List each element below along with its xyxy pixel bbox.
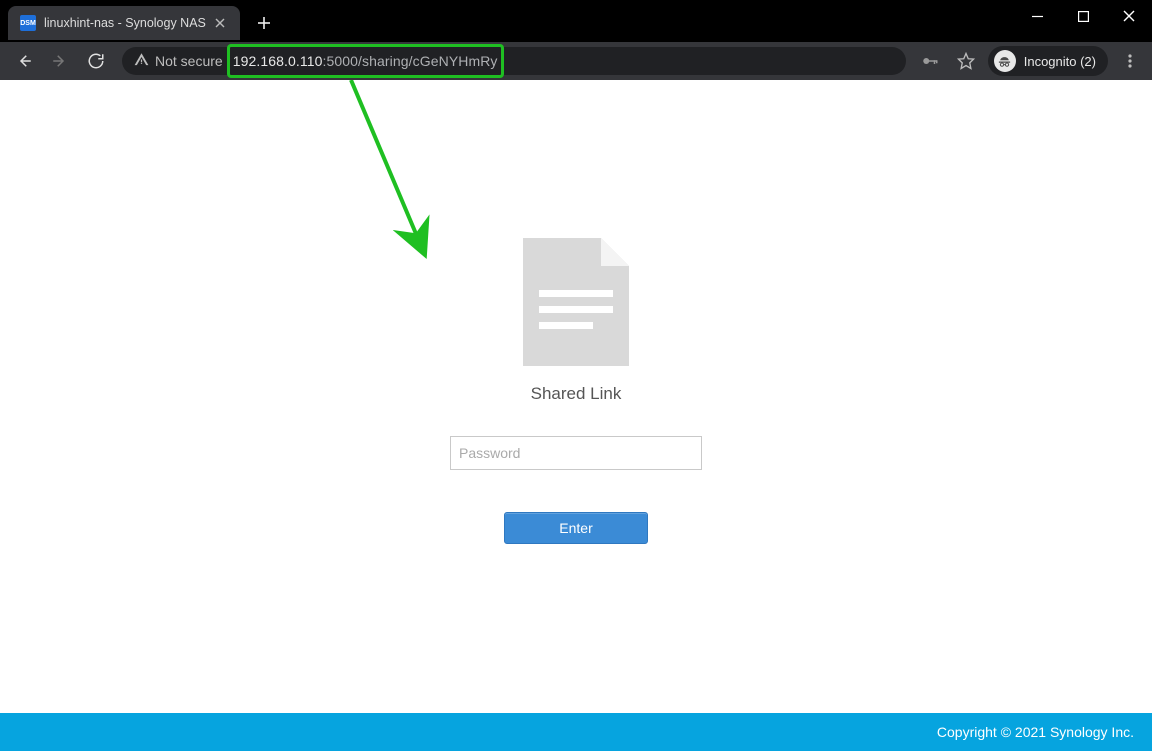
tab-close-button[interactable] (212, 15, 228, 31)
incognito-indicator[interactable]: Incognito (2) (988, 46, 1108, 76)
password-key-icon[interactable] (916, 47, 944, 75)
favicon-icon: DSM (20, 15, 36, 31)
reload-button[interactable] (80, 45, 112, 77)
browser-tabstrip: DSM linuxhint-nas - Synology NAS (8, 6, 278, 40)
address-bar[interactable]: Not secure 192.168.0.110:5000/sharing/cG… (122, 47, 906, 75)
url-text: 192.168.0.110:5000/sharing/cGeNYHmRy (233, 53, 498, 69)
bookmark-star-icon[interactable] (952, 47, 980, 75)
browser-menu-button[interactable] (1116, 47, 1144, 75)
forward-button[interactable] (44, 45, 76, 77)
page-viewport: Shared Link Enter Copyright © 2021 Synol… (0, 80, 1152, 751)
password-input[interactable] (450, 436, 702, 470)
browser-toolbar: Not secure 192.168.0.110:5000/sharing/cG… (0, 42, 1152, 80)
security-label: Not secure (155, 53, 223, 69)
back-button[interactable] (8, 45, 40, 77)
window-maximize-button[interactable] (1060, 0, 1106, 32)
window-minimize-button[interactable] (1014, 0, 1060, 32)
incognito-label: Incognito (2) (1024, 54, 1096, 69)
document-icon (519, 238, 633, 366)
incognito-icon (994, 50, 1016, 72)
tab-title: linuxhint-nas - Synology NAS (44, 16, 212, 30)
warning-icon (134, 52, 149, 70)
window-close-button[interactable] (1106, 0, 1152, 32)
browser-tab[interactable]: DSM linuxhint-nas - Synology NAS (8, 6, 240, 40)
footer-copyright: Copyright © 2021 Synology Inc. (937, 724, 1134, 740)
page-footer: Copyright © 2021 Synology Inc. (0, 713, 1152, 751)
page-content: Shared Link Enter (0, 80, 1152, 713)
enter-button[interactable]: Enter (504, 512, 648, 544)
new-tab-button[interactable] (250, 9, 278, 37)
page-title: Shared Link (531, 384, 622, 404)
